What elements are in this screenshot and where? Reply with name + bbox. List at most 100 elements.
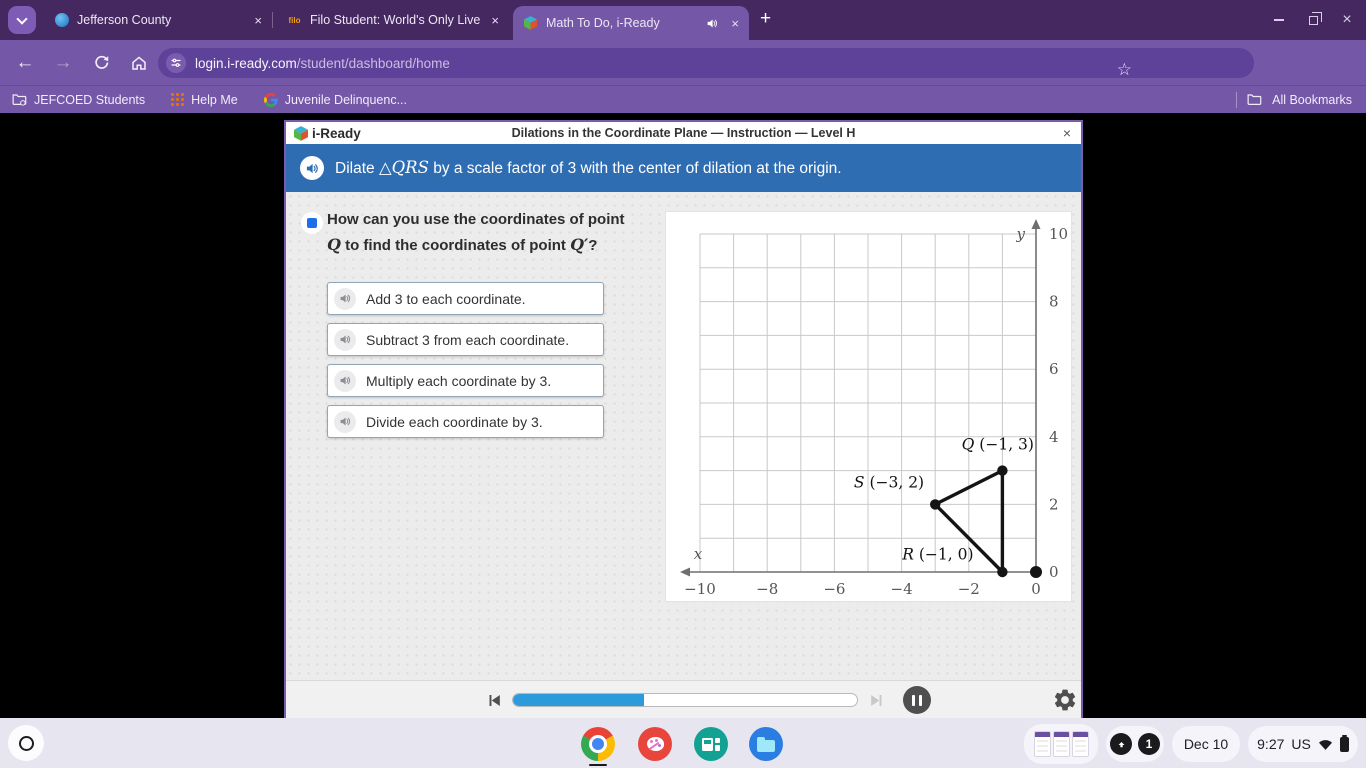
pause-button[interactable] bbox=[903, 686, 931, 714]
bookmark-label: Juvenile Delinquenc... bbox=[284, 92, 407, 107]
url-host: login.i-ready.com bbox=[195, 55, 297, 71]
svg-text:S (−3, 2): S (−3, 2) bbox=[854, 474, 924, 492]
svg-text:y: y bbox=[1016, 225, 1026, 243]
folder-icon bbox=[757, 736, 775, 752]
home-button[interactable] bbox=[122, 40, 156, 85]
tab-separator bbox=[272, 12, 273, 28]
bookmark-help-me[interactable]: Help Me bbox=[171, 93, 238, 107]
site-info-icon[interactable] bbox=[166, 53, 186, 73]
gear-icon bbox=[1052, 687, 1078, 713]
settings-button[interactable] bbox=[1052, 687, 1078, 713]
tab-filo-student[interactable]: filo Filo Student: World's Only Live × bbox=[277, 0, 509, 40]
managed-folder-icon bbox=[12, 94, 27, 106]
coordinate-plane: −10 −8 −6 −4 −2 0 10 8 6 4 2 0 x y Q (−1, 3) S (−3, 2) R… bbox=[680, 219, 1068, 598]
answer-option-divide[interactable]: Divide each coordinate by 3. bbox=[327, 405, 604, 438]
question-text: How can you use the coordinates of point… bbox=[327, 211, 625, 254]
back-button[interactable]: ← bbox=[8, 40, 42, 85]
status-tray[interactable]: 9:27 US bbox=[1248, 726, 1358, 762]
chevron-down-icon bbox=[16, 12, 28, 25]
blue-square-icon bbox=[307, 218, 317, 228]
speaker-icon bbox=[334, 328, 356, 351]
bookmark-star-icon[interactable]: ☆ bbox=[1117, 60, 1132, 80]
svg-text:0: 0 bbox=[1031, 580, 1041, 598]
skip-back-button[interactable] bbox=[484, 691, 503, 710]
svg-text:0: 0 bbox=[1049, 563, 1059, 581]
question-bullet bbox=[301, 212, 323, 234]
skip-forward-button[interactable] bbox=[868, 691, 887, 710]
answer-option-add[interactable]: Add 3 to each coordinate. bbox=[327, 282, 604, 315]
tab-search-button[interactable] bbox=[8, 6, 36, 34]
restore-icon bbox=[1308, 12, 1322, 25]
tab-iready-active[interactable]: Math To Do, i-Ready × bbox=[513, 6, 749, 40]
skip-forward-icon bbox=[871, 694, 882, 707]
svg-text:−4: −4 bbox=[891, 580, 913, 598]
audio-speaker-button[interactable] bbox=[300, 156, 324, 180]
chrome-running-indicator bbox=[589, 763, 607, 766]
tab-title: Math To Do, i-Ready bbox=[546, 16, 660, 30]
address-bar[interactable]: login.i-ready.com/student/dashboard/home… bbox=[158, 48, 1254, 80]
tab-strip: Jefferson County × filo Filo Student: Wo… bbox=[0, 0, 1366, 40]
window-thumbnail bbox=[1071, 731, 1089, 757]
progress-bar[interactable] bbox=[512, 693, 858, 707]
wifi-icon bbox=[1318, 739, 1332, 750]
keyboard-layout-label: US bbox=[1291, 736, 1311, 752]
tab-close-icon[interactable]: × bbox=[731, 16, 739, 31]
all-bookmarks-button[interactable]: All Bookmarks bbox=[1272, 93, 1352, 107]
explore-app-icon[interactable] bbox=[694, 727, 728, 761]
window-preview-button[interactable] bbox=[1024, 724, 1098, 764]
launcher-ring-icon bbox=[18, 735, 34, 751]
date-button[interactable]: Dec 10 bbox=[1172, 726, 1240, 762]
files-app-icon[interactable] bbox=[749, 727, 783, 761]
minimize-icon bbox=[1274, 19, 1284, 21]
palette-icon bbox=[646, 737, 664, 751]
lesson-body: How can you use the coordinates of point… bbox=[286, 192, 1081, 680]
screen: Jefferson County × filo Filo Student: Wo… bbox=[0, 0, 1366, 768]
bookmarks-bar: JEFCOED Students Help Me Juvenile Delinq… bbox=[0, 85, 1366, 113]
tab-jefferson-county[interactable]: Jefferson County × bbox=[44, 0, 272, 40]
notification-count-badge: 1 bbox=[1138, 733, 1160, 755]
battery-icon bbox=[1339, 734, 1349, 752]
tab-audio-icon[interactable] bbox=[706, 17, 719, 30]
math-triangle-qrs: △QRS bbox=[378, 158, 429, 177]
google-icon bbox=[263, 92, 278, 107]
svg-text:R (−1, 0): R (−1, 0) bbox=[901, 545, 973, 563]
window-close-button[interactable]: × bbox=[1338, 11, 1356, 29]
reload-button[interactable] bbox=[84, 40, 118, 85]
instruction-text: Dilate △QRS by a scale factor of 3 with … bbox=[335, 158, 842, 177]
speaker-icon bbox=[305, 161, 320, 176]
grid-icon bbox=[171, 93, 185, 106]
reload-icon bbox=[94, 55, 108, 69]
window-minimize-button[interactable] bbox=[1270, 11, 1288, 29]
svg-text:8: 8 bbox=[1049, 293, 1059, 311]
skip-back-icon bbox=[489, 694, 500, 707]
window-restore-button[interactable] bbox=[1304, 11, 1322, 29]
home-icon bbox=[132, 55, 146, 70]
svg-text:x: x bbox=[694, 545, 703, 563]
filo-favicon: filo bbox=[288, 15, 301, 25]
chrome-app-icon[interactable] bbox=[581, 727, 615, 761]
forward-button[interactable]: → bbox=[46, 40, 80, 85]
canvas-app-icon[interactable] bbox=[638, 727, 672, 761]
launcher-button[interactable] bbox=[8, 725, 44, 761]
cards-icon bbox=[702, 737, 720, 751]
bookmark-jefcoed[interactable]: JEFCOED Students bbox=[12, 93, 145, 107]
svg-text:2: 2 bbox=[1049, 495, 1059, 513]
lesson-close-button[interactable]: × bbox=[1063, 122, 1071, 144]
bookmark-label: Help Me bbox=[191, 92, 238, 107]
notification-tray[interactable]: 1 bbox=[1106, 726, 1164, 762]
tab-close-icon[interactable]: × bbox=[254, 13, 262, 28]
new-tab-button[interactable]: + bbox=[760, 8, 771, 30]
tab-title: Jefferson County bbox=[77, 13, 172, 27]
answer-option-subtract[interactable]: Subtract 3 from each coordinate. bbox=[327, 323, 604, 356]
tab-close-icon[interactable]: × bbox=[491, 13, 499, 28]
answer-option-multiply[interactable]: Multiply each coordinate by 3. bbox=[327, 364, 604, 397]
svg-text:−6: −6 bbox=[823, 580, 845, 598]
chromeos-shelf: 1 Dec 10 9:27 US bbox=[0, 718, 1366, 768]
iready-lesson-window: i-Ready Dilations in the Coordinate Plan… bbox=[284, 120, 1083, 718]
bookmarks-separator bbox=[1236, 91, 1238, 108]
speaker-icon bbox=[334, 287, 356, 310]
svg-text:−8: −8 bbox=[756, 580, 778, 598]
bookmark-juvenile[interactable]: Juvenile Delinquenc... bbox=[263, 92, 407, 107]
player-bar bbox=[286, 680, 1081, 718]
svg-text:−10: −10 bbox=[684, 580, 716, 598]
